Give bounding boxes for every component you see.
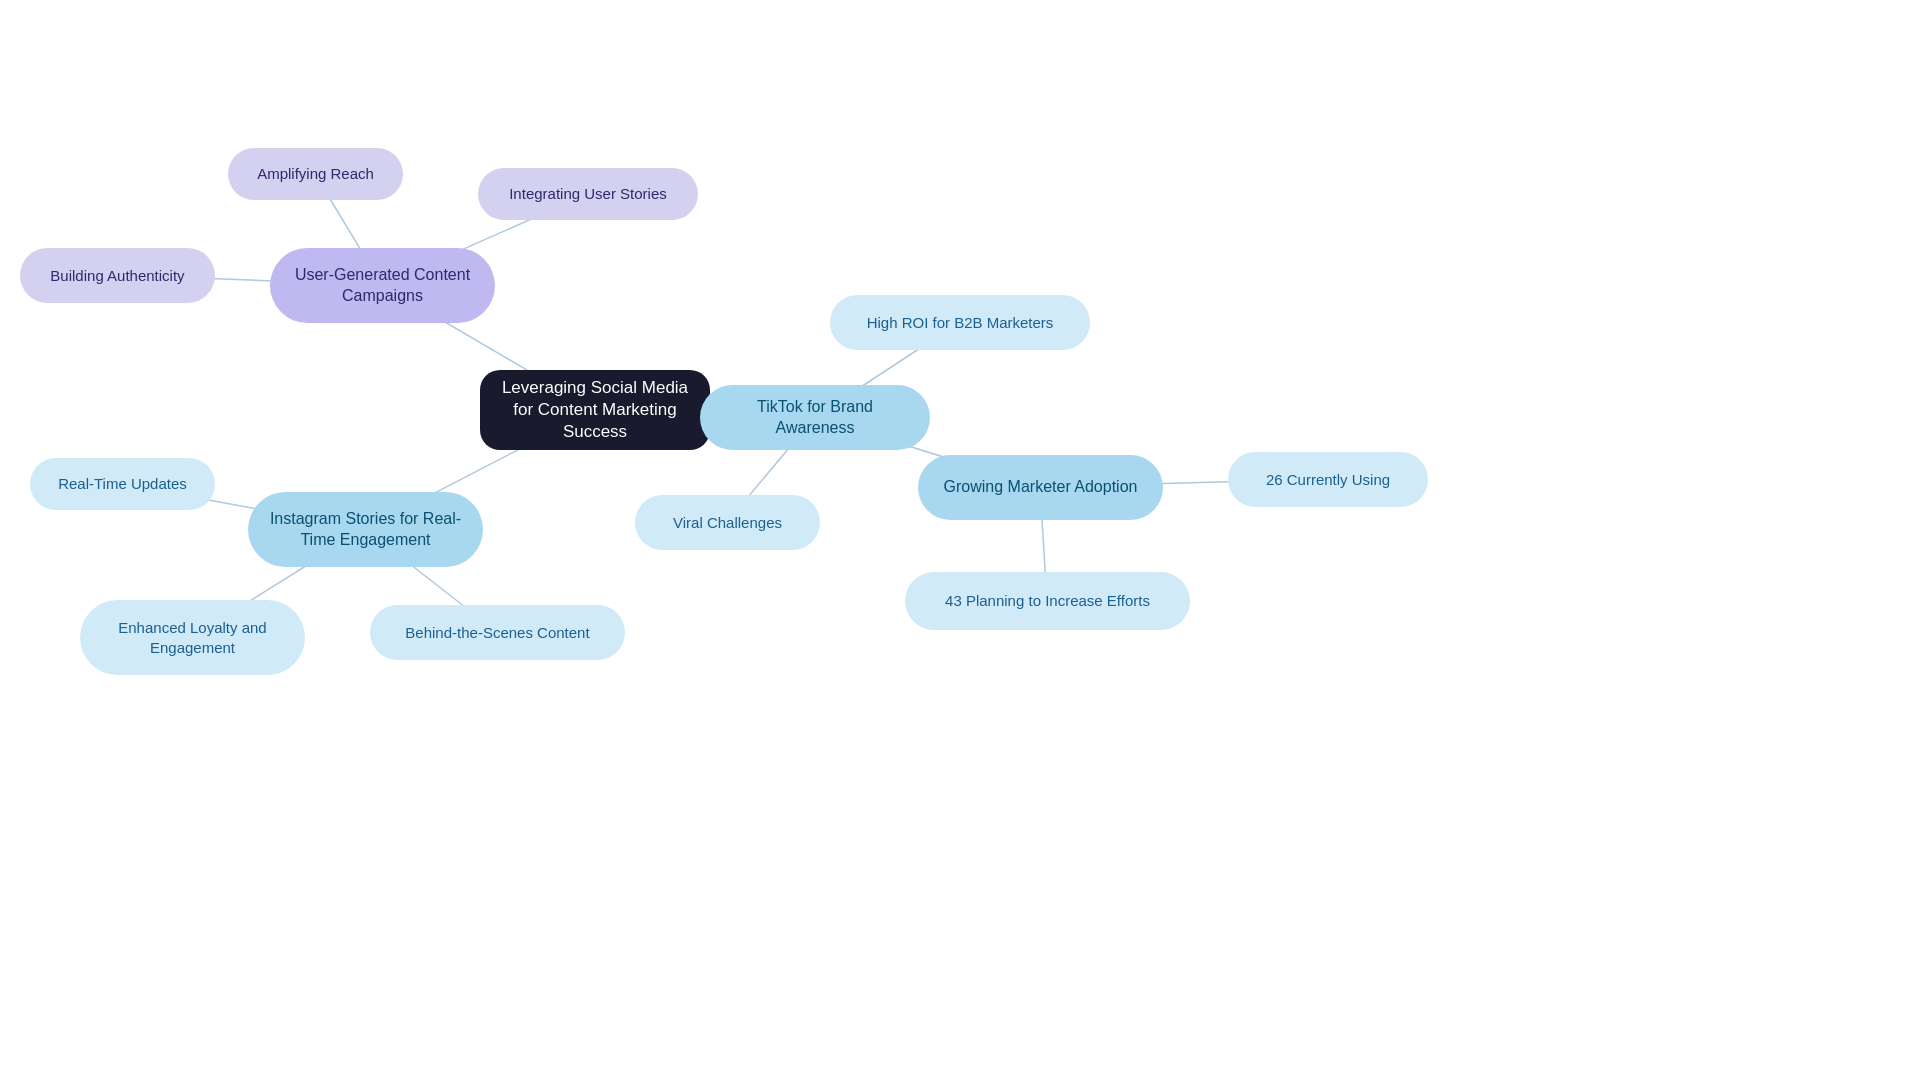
- realtime-node: Real-Time Updates: [30, 458, 215, 510]
- center-label: Leveraging Social Media for Content Mark…: [500, 377, 690, 443]
- amplifying-label: Amplifying Reach: [257, 164, 374, 184]
- behind-label: Behind-the-Scenes Content: [405, 623, 589, 643]
- amplifying-node: Amplifying Reach: [228, 148, 403, 200]
- enhanced-label: Enhanced Loyalty and Engagement: [100, 618, 285, 657]
- planning-node: 43 Planning to Increase Efforts: [905, 572, 1190, 630]
- instagram-node: Instagram Stories for Real-Time Engageme…: [248, 492, 483, 567]
- roi-node: High ROI for B2B Marketers: [830, 295, 1090, 350]
- currently-node: 26 Currently Using: [1228, 452, 1428, 507]
- growing-node: Growing Marketer Adoption: [918, 455, 1163, 520]
- ugc-node: User-Generated Content Campaigns: [270, 248, 495, 323]
- tiktok-label: TikTok for Brand Awareness: [720, 397, 910, 439]
- instagram-label: Instagram Stories for Real-Time Engageme…: [268, 509, 463, 551]
- integrating-node: Integrating User Stories: [478, 168, 698, 220]
- tiktok-node: TikTok for Brand Awareness: [700, 385, 930, 450]
- ugc-label: User-Generated Content Campaigns: [290, 265, 475, 307]
- planning-label: 43 Planning to Increase Efforts: [945, 591, 1150, 611]
- viral-node: Viral Challenges: [635, 495, 820, 550]
- viral-label: Viral Challenges: [673, 513, 782, 533]
- behind-node: Behind-the-Scenes Content: [370, 605, 625, 660]
- roi-label: High ROI for B2B Marketers: [867, 313, 1054, 333]
- growing-label: Growing Marketer Adoption: [944, 477, 1138, 498]
- integrating-label: Integrating User Stories: [509, 184, 667, 204]
- enhanced-node: Enhanced Loyalty and Engagement: [80, 600, 305, 675]
- building-label: Building Authenticity: [50, 266, 184, 286]
- currently-label: 26 Currently Using: [1266, 470, 1390, 490]
- center-node: Leveraging Social Media for Content Mark…: [480, 370, 710, 450]
- realtime-label: Real-Time Updates: [58, 474, 187, 494]
- building-node: Building Authenticity: [20, 248, 215, 303]
